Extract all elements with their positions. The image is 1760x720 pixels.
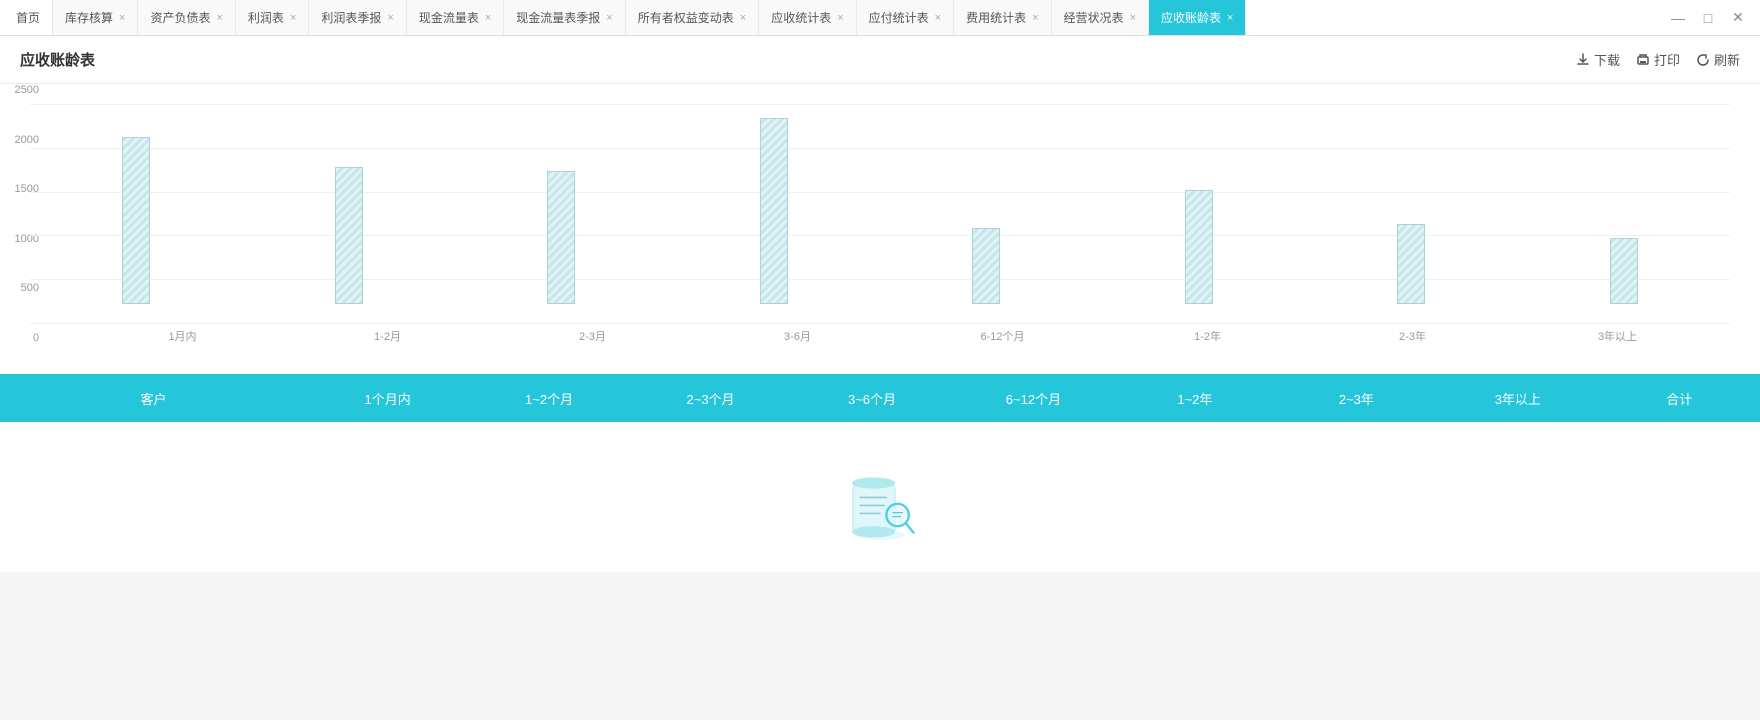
bars-row [30,104,1730,304]
header-actions: 下载 打印 刷新 [1576,50,1740,69]
x-labels: 1月内1-2月2-3月3-6月6-12个月1-2年2-3年3年以上 [80,324,1720,344]
table-header-cell: 1~2个月 [468,389,629,408]
bar[interactable] [972,228,1000,304]
x-axis-label: 2-3月 [490,324,695,344]
bar[interactable] [1185,190,1213,304]
chart-area: 25002000150010005000 1月内1-2月2-3月3-6月6-12… [0,84,1760,364]
table-header-cell: 3~6个月 [791,389,952,408]
tab-label: 经营状况表 [1064,9,1124,26]
x-axis-label: 1-2年 [1105,324,1310,344]
table-header-cell: 合计 [1599,389,1760,408]
tab-close-icon[interactable]: × [387,12,393,24]
table-header-cell: 2~3个月 [630,389,791,408]
tab-close-icon[interactable]: × [837,12,843,24]
tab-item-profit-loss[interactable]: 利润表 × [236,0,309,36]
tab-label: 现金流量表 [419,9,479,26]
y-axis-label: 2500 [15,84,39,96]
bar[interactable] [335,167,363,304]
bar[interactable] [1397,224,1425,304]
tab-close-icon[interactable]: × [1130,12,1136,24]
tab-label: 应收统计表 [771,9,831,26]
bar-group [30,104,243,304]
bar-group [880,104,1093,304]
bar[interactable] [547,171,575,304]
empty-state [0,422,1760,572]
tab-label: 库存核算 [65,9,113,26]
tab-item-expense-stats[interactable]: 费用统计表 × [954,0,1051,36]
page-title: 应收账龄表 [20,49,95,70]
x-axis-label: 3-6月 [695,324,900,344]
tab-close-icon[interactable]: × [485,12,491,24]
tab-label: 费用统计表 [966,9,1026,26]
tab-close-icon[interactable]: × [119,12,125,24]
tab-item-profit-quarterly[interactable]: 利润表季报 × [309,0,406,36]
tab-bar-actions: — □ ✕ [1666,9,1756,26]
tab-label: 利润表季报 [321,9,381,26]
tab-label: 首页 [16,9,40,26]
tab-label: 所有者权益变动表 [638,9,734,26]
y-axis-label: 0 [33,332,39,344]
main-content: 25002000150010005000 1月内1-2月2-3月3-6月6-12… [0,84,1760,572]
tab-label: 资产负债表 [150,9,210,26]
tab-bar: 首页库存核算×资产负债表×利润表×利润表季报×现金流量表×现金流量表季报×所有者… [0,0,1760,36]
tab-item-equity[interactable]: 所有者权益变动表 × [626,0,759,36]
x-axis-label: 1月内 [80,324,285,344]
tab-label: 利润表 [248,9,284,26]
maximize-icon[interactable]: □ [1696,10,1720,26]
print-button[interactable]: 打印 [1636,50,1680,69]
bar-group [455,104,668,304]
page-header: 应收账龄表 下载 打印 刷新 [0,36,1760,84]
bar-group [1093,104,1306,304]
table-header-cell: 2~3年 [1276,389,1437,408]
window-close-icon[interactable]: ✕ [1726,9,1750,26]
bar[interactable] [1610,238,1638,305]
download-button[interactable]: 下载 [1576,50,1620,69]
tab-close-icon[interactable]: × [216,12,222,24]
tab-close-icon[interactable]: × [1227,12,1233,24]
tab-item-cashflow[interactable]: 现金流量表 × [407,0,504,36]
x-axis-label: 2-3年 [1310,324,1515,344]
tab-item-ar-aging[interactable]: 应收账龄表 × [1149,0,1246,36]
refresh-button[interactable]: 刷新 [1696,50,1740,69]
x-axis-label: 6-12个月 [900,324,1105,344]
tab-item-balance-sheet[interactable]: 资产负债表 × [138,0,235,36]
tab-item-inventory[interactable]: 库存核算 × [53,0,138,36]
tab-close-icon[interactable]: × [1032,12,1038,24]
table-header-cell: 客户 [0,389,307,408]
table-header: 客户1个月内1~2个月2~3个月3~6个月6~12个月1~2年2~3年3年以上合… [0,374,1760,422]
bar-group [1518,104,1731,304]
empty-illustration [830,467,930,547]
bar[interactable] [122,137,150,304]
table-header-cell: 1~2年 [1114,389,1275,408]
tab-item-operations[interactable]: 经营状况表 × [1052,0,1149,36]
bar-group [1305,104,1518,304]
table-header-cell: 6~12个月 [953,389,1114,408]
tab-close-icon[interactable]: × [606,12,612,24]
print-icon [1636,53,1650,67]
x-axis-label: 1-2月 [285,324,490,344]
tab-label: 现金流量表季报 [516,9,600,26]
bar-group [668,104,881,304]
tab-close-icon[interactable]: × [935,12,941,24]
table-header-cell: 3年以上 [1437,389,1598,408]
bar[interactable] [760,118,788,304]
tab-item-receivables-stats[interactable]: 应收统计表 × [759,0,856,36]
refresh-icon [1696,53,1710,67]
tab-item-payables-stats[interactable]: 应付统计表 × [857,0,954,36]
tab-item-home[interactable]: 首页 [4,0,53,36]
chart-inner [30,104,1730,324]
tab-label: 应付统计表 [869,9,929,26]
tab-item-cashflow-quarterly[interactable]: 现金流量表季报 × [504,0,625,36]
bar-group [243,104,456,304]
minimize-icon[interactable]: — [1666,10,1690,26]
grid-line [30,323,1730,324]
download-icon [1576,53,1590,67]
tab-label: 应收账龄表 [1161,9,1221,26]
tab-close-icon[interactable]: × [740,12,746,24]
tab-close-icon[interactable]: × [290,12,296,24]
table-header-cell: 1个月内 [307,389,468,408]
x-axis-label: 3年以上 [1515,324,1720,344]
